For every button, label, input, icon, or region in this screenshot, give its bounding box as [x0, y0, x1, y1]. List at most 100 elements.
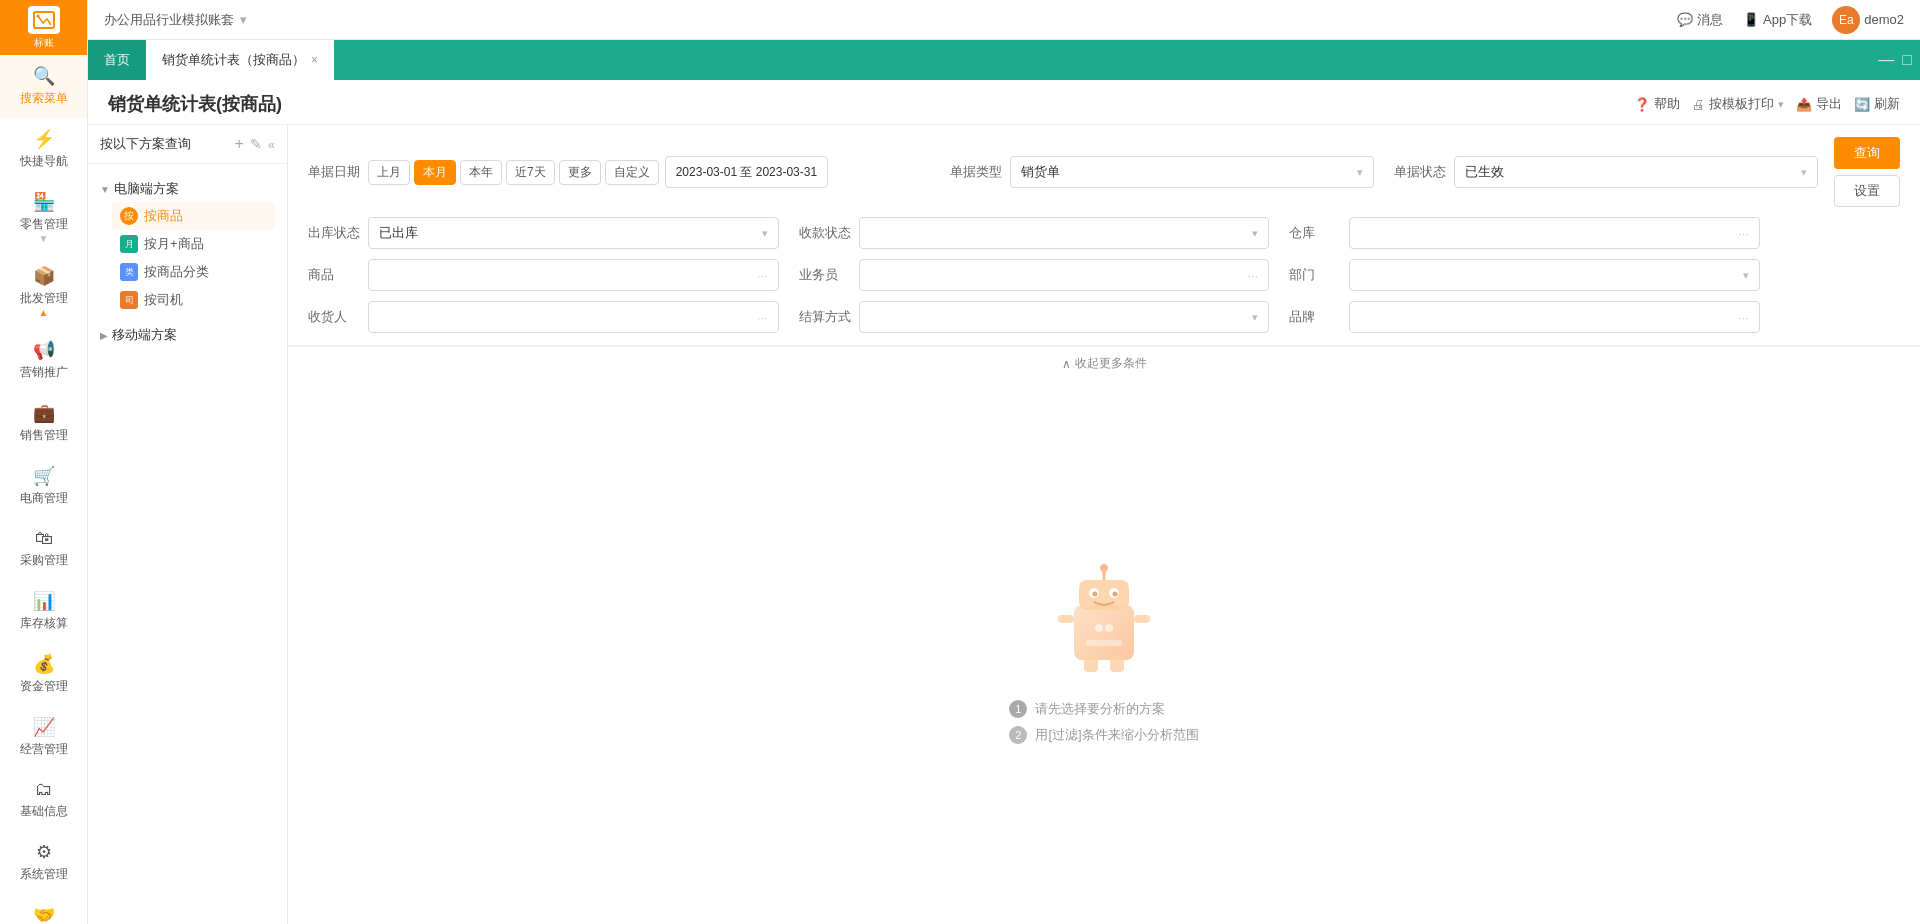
sidebar-item-sales[interactable]: 💼 销售管理 [0, 392, 88, 455]
date-prev-month-btn[interactable]: 上月 [368, 160, 410, 185]
date-custom-btn[interactable]: 自定义 [605, 160, 659, 185]
scheme-group-mobile-header[interactable]: ▶ 移动端方案 [100, 322, 275, 348]
sidebar-sales-label: 销售管理 [20, 427, 68, 444]
tab-active[interactable]: 销货单统计表（按商品） × [146, 40, 334, 80]
scheme-node-goods-label: 按商品 [144, 207, 183, 225]
out-status-control[interactable]: 已出库 ▾ [368, 217, 779, 249]
sidebar-item-inventory[interactable]: 📊 库存核算 [0, 580, 88, 643]
doc-status-label: 单据状态 [1394, 163, 1454, 181]
scheme-group-mobile: ▶ 移动端方案 [88, 318, 287, 352]
date-range-input[interactable]: 2023-03-01 至 2023-03-31 [665, 156, 828, 188]
date-filter-group: 上月 本月 本年 近7天 更多 自定义 2023-03-01 至 2023-03… [368, 156, 930, 188]
sidebar-item-basic[interactable]: 🗂 基础信息 [0, 769, 88, 831]
scheme-edit-btn[interactable]: ✎ [250, 136, 262, 152]
collect-status-control[interactable]: ▾ [859, 217, 1270, 249]
sales-rep-control[interactable]: ··· [859, 259, 1270, 291]
dept-control[interactable]: ▾ [1349, 259, 1760, 291]
goods-control[interactable]: ··· [368, 259, 779, 291]
sidebar-item-ecommerce[interactable]: 🛒 电商管理 [0, 455, 88, 518]
scheme-node-month-goods[interactable]: 月 按月+商品 [112, 230, 275, 258]
brand-control[interactable]: ··· [1349, 301, 1760, 333]
svg-rect-2 [1074, 605, 1134, 660]
app-logo: 标账 [0, 0, 88, 55]
tab-minimize-icon[interactable]: — [1878, 51, 1894, 69]
warehouse-dots: ··· [1738, 226, 1749, 241]
scheme-group-pc-header[interactable]: ▼ 电脑端方案 [100, 176, 275, 202]
retail-icon: 🏪 [33, 191, 55, 213]
filter-actions: 查询 设置 [1834, 137, 1900, 207]
help-btn[interactable]: ❓ 帮助 [1634, 95, 1680, 113]
print-dropdown-icon[interactable]: ▾ [1778, 98, 1784, 111]
filter-field-dept: 部门 ▾ [1289, 259, 1760, 291]
tab-maximize-icon[interactable]: □ [1902, 51, 1912, 69]
doc-type-control[interactable]: 销货单 ▾ [1010, 156, 1374, 188]
business-icon: 📈 [33, 716, 55, 738]
collapse-bar[interactable]: ∧ 收起更多条件 [288, 346, 1920, 380]
collect-status-label: 收款状态 [799, 224, 859, 242]
scheme-node-driver[interactable]: 司 按司机 [112, 286, 275, 314]
topbar-dropdown-icon[interactable]: ▾ [240, 12, 247, 27]
tip-num-1: 1 [1009, 700, 1027, 718]
sidebar-item-finance[interactable]: 💰 资金管理 [0, 643, 88, 706]
date-btns: 上月 本月 本年 近7天 更多 自定义 [368, 160, 659, 185]
date-this-month-btn[interactable]: 本月 [414, 160, 456, 185]
receiver-control[interactable]: ··· [368, 301, 779, 333]
warehouse-control[interactable]: ··· [1349, 217, 1760, 249]
tip-text-1: 请先选择要分析的方案 [1035, 700, 1165, 718]
doc-status-control[interactable]: 已生效 ▾ [1454, 156, 1818, 188]
print-btn[interactable]: 🖨 按模板打印 ▾ [1692, 95, 1784, 113]
date-7days-btn[interactable]: 近7天 [506, 160, 555, 185]
doc-status-value: 已生效 [1465, 163, 1504, 181]
scheme-add-btn[interactable]: + [234, 135, 243, 153]
settle-method-control[interactable]: ▾ [859, 301, 1270, 333]
sidebar-item-quicknav[interactable]: ⚡ 快捷导航 [0, 118, 88, 181]
message-btn[interactable]: 💬 消息 [1677, 11, 1723, 29]
sidebar-item-retail[interactable]: 🏪 零售管理 ▼ [0, 181, 88, 255]
sidebar-finance-label: 资金管理 [20, 678, 68, 695]
sidebar-marketing-label: 营销推广 [20, 364, 68, 381]
collapse-up-icon: ∧ [1062, 357, 1071, 371]
receiver-dots: ··· [757, 310, 768, 325]
sidebar-item-marketing[interactable]: 📢 营销推广 [0, 329, 88, 392]
avatar: Ea [1832, 6, 1860, 34]
doc-status-arrow: ▾ [1801, 166, 1807, 179]
page-content: 销货单统计表(按商品) ❓ 帮助 🖨 按模板打印 ▾ 📤 导出 🔄 刷新 [88, 80, 1920, 924]
svg-rect-11 [1134, 615, 1150, 623]
sidebar-item-purchase[interactable]: 🛍 采购管理 [0, 518, 88, 580]
collect-status-arrow: ▾ [1252, 227, 1258, 240]
tab-home[interactable]: 首页 [88, 40, 146, 80]
query-btn[interactable]: 查询 [1834, 137, 1900, 169]
scheme-node-goods[interactable]: 按 按商品 [112, 202, 275, 230]
date-more-btn[interactable]: 更多 [559, 160, 601, 185]
empty-state: 1 请先选择要分析的方案 2 用[过滤]条件来缩小分析范围 [288, 380, 1920, 924]
sidebar-inventory-label: 库存核算 [20, 615, 68, 632]
sidebar-wholesale-label: 批发管理 [20, 290, 68, 307]
export-btn[interactable]: 📤 导出 [1796, 95, 1842, 113]
user-menu[interactable]: Ea demo2 [1832, 6, 1904, 34]
sidebar-basic-label: 基础信息 [20, 803, 68, 820]
scheme-children-pc: 按 按商品 月 按月+商品 类 按商品分类 [100, 202, 275, 314]
settings-btn[interactable]: 设置 [1834, 175, 1900, 207]
date-this-year-btn[interactable]: 本年 [460, 160, 502, 185]
active-tab-label: 销货单统计表（按商品） [162, 51, 305, 69]
sidebar-item-business[interactable]: 📈 经营管理 [0, 706, 88, 769]
scheme-collapse-btn[interactable]: « [268, 137, 275, 152]
print-label: 按模板打印 [1709, 95, 1774, 113]
tab-close-icon[interactable]: × [311, 53, 318, 67]
svg-point-14 [1095, 624, 1103, 632]
scheme-node-category-label: 按商品分类 [144, 263, 209, 281]
goods-label: 商品 [308, 266, 368, 284]
tip-num-2: 2 [1009, 726, 1027, 744]
home-label: 首页 [104, 51, 130, 69]
scheme-node-category[interactable]: 类 按商品分类 [112, 258, 275, 286]
sidebar-item-enterprise[interactable]: 🤝 企业协同 [0, 894, 88, 924]
sidebar-item-system[interactable]: ⚙ 系统管理 [0, 831, 88, 894]
finance-icon: 💰 [33, 653, 55, 675]
inventory-icon: 📊 [33, 590, 55, 612]
quicknav-icon: ⚡ [33, 128, 55, 150]
sidebar-item-wholesale[interactable]: 📦 批发管理 ▲ [0, 255, 88, 329]
sidebar-item-search[interactable]: 🔍 搜索菜单 [0, 55, 88, 118]
refresh-btn[interactable]: 🔄 刷新 [1854, 95, 1900, 113]
svg-rect-10 [1058, 615, 1074, 623]
app-download-btn[interactable]: 📱 App下载 [1743, 11, 1812, 29]
